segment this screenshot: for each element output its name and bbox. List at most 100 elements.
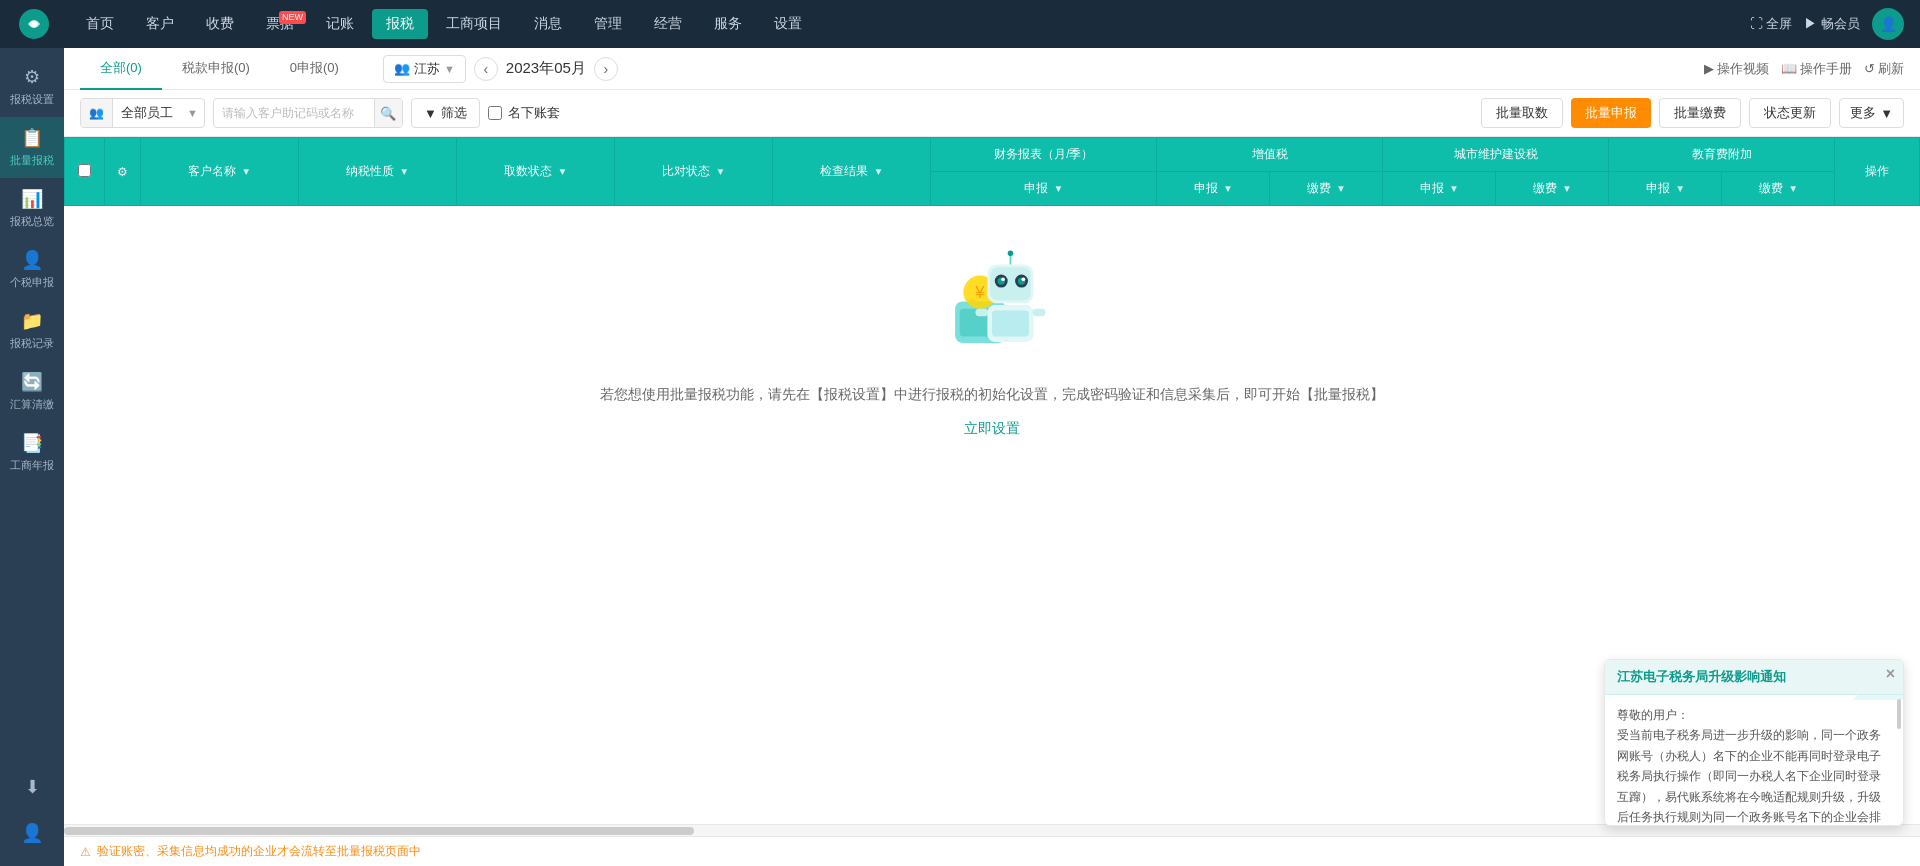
nav-admin[interactable]: 管理 [580, 9, 636, 39]
warning-icon: ⚠ [80, 845, 91, 859]
status-update-btn[interactable]: 状态更新 [1749, 98, 1831, 128]
fullscreen-btn[interactable]: ⛶ 全屏 [1750, 15, 1793, 33]
data-table: ⚙ 客户名称 ▼ 纳税性质 ▼ 取数状态 ▼ [64, 137, 1920, 206]
nav-settings[interactable]: 设置 [760, 9, 816, 39]
nav-home[interactable]: 首页 [72, 9, 128, 39]
batch-tax-icon: 📋 [21, 127, 43, 149]
search-input[interactable] [214, 106, 374, 120]
edu-fee-filter-icon[interactable]: ▼ [1788, 183, 1798, 194]
sidebar-item-label: 个税申报 [10, 275, 54, 290]
sidebar-item-settlement[interactable]: 🔄 汇算清缴 [0, 361, 64, 422]
th-tax-type[interactable]: 纳税性质 ▼ [299, 138, 457, 206]
svg-rect-18 [975, 309, 988, 316]
th-customer-name[interactable]: 客户名称 ▼ [141, 138, 299, 206]
operation-manual-btn[interactable]: 📖 操作手册 [1781, 60, 1852, 78]
nav-accounting[interactable]: 记账 [312, 9, 368, 39]
employee-text: 全部员工 [113, 104, 181, 122]
nav-operation[interactable]: 经营 [640, 9, 696, 39]
nav-business[interactable]: 工商项目 [432, 9, 516, 39]
tax-type-filter-icon[interactable]: ▼ [399, 166, 409, 177]
notification-content: 受当前电子税务局进一步升级的影响，同一个政务网账号（办税人）名下的企业不能再同时… [1617, 725, 1891, 825]
sidebar-item-tax-summary[interactable]: 📊 报税总览 [0, 178, 64, 239]
th-compare-status[interactable]: 比对状态 ▼ [615, 138, 773, 206]
th-education-surcharge: 教育费附加 [1609, 138, 1835, 172]
city-report-filter-icon[interactable]: ▼ [1449, 183, 1459, 194]
nav-messages[interactable]: 消息 [520, 9, 576, 39]
app-logo[interactable] [16, 6, 52, 42]
th-vat-fee[interactable]: 缴费 ▼ [1270, 172, 1383, 206]
tab-all[interactable]: 全部(0) [80, 48, 162, 90]
nav-customer[interactable]: 客户 [132, 9, 188, 39]
svg-point-15 [1008, 251, 1014, 257]
horizontal-scrollbar[interactable] [64, 827, 694, 835]
sidebar-item-personal-tax[interactable]: 👤 个税申报 [0, 239, 64, 300]
th-fetch-status[interactable]: 取数状态 ▼ [457, 138, 615, 206]
employee-icon: 👥 [81, 99, 113, 127]
operation-video-btn[interactable]: ▶ 操作视频 [1704, 60, 1769, 78]
th-city-report[interactable]: 申报 ▼ [1383, 172, 1496, 206]
employee-select[interactable]: 👥 全部员工 ▼ [80, 98, 205, 128]
th-vat: 增值税 [1157, 138, 1383, 172]
vat-fee-filter-icon[interactable]: ▼ [1336, 183, 1346, 194]
tab-zero-filing[interactable]: 0申报(0) [270, 48, 359, 90]
tab-tax-filing[interactable]: 税款申报(0) [162, 48, 270, 90]
th-edu-report[interactable]: 申报 ▼ [1609, 172, 1722, 206]
check-filter-icon[interactable]: ▼ [874, 166, 884, 177]
nav-invoice[interactable]: 票据 NEW [252, 9, 308, 39]
th-settings[interactable]: ⚙ [105, 138, 141, 206]
th-edu-fee[interactable]: 缴费 ▼ [1722, 172, 1835, 206]
profile-btn[interactable]: 👤 [17, 812, 47, 854]
sidebar-item-label: 工商年报 [10, 458, 54, 473]
batch-payment-btn[interactable]: 批量缴费 [1659, 98, 1741, 128]
search-button[interactable]: 🔍 [374, 99, 402, 127]
nav-service[interactable]: 服务 [700, 9, 756, 39]
province-select[interactable]: 👥 江苏 ▼ [383, 55, 466, 83]
select-all-checkbox[interactable] [78, 164, 91, 177]
fetch-filter-icon[interactable]: ▼ [557, 166, 567, 177]
tax-records-icon: 📁 [21, 310, 43, 332]
filter-button[interactable]: ▼ 筛选 [411, 98, 480, 128]
th-vat-report[interactable]: 申报 ▼ [1157, 172, 1270, 206]
sidebar-item-batch-tax[interactable]: 📋 批量报税 [0, 117, 64, 178]
vat-report-filter-icon[interactable]: ▼ [1223, 183, 1233, 194]
date-navigator: ‹ 2023年05月 › [474, 57, 618, 81]
next-month-btn[interactable]: › [594, 57, 618, 81]
tax-settings-icon: ⚙ [24, 66, 40, 88]
compare-filter-icon[interactable]: ▼ [715, 166, 725, 177]
th-report[interactable]: 申报 ▼ [931, 172, 1157, 206]
sidebar-item-label: 报税总览 [10, 214, 54, 229]
nav-billing[interactable]: 收费 [192, 9, 248, 39]
notification-close-btn[interactable]: × [1886, 666, 1895, 682]
th-city-fee[interactable]: 缴费 ▼ [1496, 172, 1609, 206]
edu-report-filter-icon[interactable]: ▼ [1675, 183, 1685, 194]
batch-filing-btn[interactable]: 批量申报 [1571, 98, 1651, 128]
nav-tax[interactable]: 报税 [372, 9, 428, 39]
sidebar-item-tax-settings[interactable]: ⚙ 报税设置 [0, 56, 64, 117]
refresh-btn[interactable]: ↺ 刷新 [1864, 60, 1904, 78]
customer-filter-icon[interactable]: ▼ [241, 166, 251, 177]
sidebar-item-annual-report[interactable]: 📑 工商年报 [0, 422, 64, 483]
sidebar-item-label: 报税设置 [10, 92, 54, 107]
setup-link[interactable]: 立即设置 [964, 420, 1020, 438]
th-check-result[interactable]: 检查结果 ▼ [773, 138, 931, 206]
report-filter-icon[interactable]: ▼ [1054, 183, 1064, 194]
th-financial-report: 财务报表（月/季） [931, 138, 1157, 172]
more-btn[interactable]: 更多 ▼ [1839, 98, 1904, 128]
sidebar-item-label: 汇算清缴 [10, 397, 54, 412]
province-label: 江苏 [414, 60, 440, 78]
notif-scroll-thumb[interactable] [1897, 699, 1901, 729]
city-fee-filter-icon[interactable]: ▼ [1562, 183, 1572, 194]
accounts-checkbox[interactable] [488, 106, 502, 120]
batch-fetch-btn[interactable]: 批量取数 [1481, 98, 1563, 128]
nav-items: 首页 客户 收费 票据 NEW 记账 报税 工商项目 消息 管理 经营 服务 设… [72, 9, 1750, 39]
prev-month-btn[interactable]: ‹ [474, 57, 498, 81]
province-dropdown-icon: ▼ [444, 63, 455, 75]
user-avatar[interactable]: 👤 [1872, 8, 1904, 40]
tab-bar-right: ▶ 操作视频 📖 操作手册 ↺ 刷新 [1704, 60, 1904, 78]
settlement-icon: 🔄 [21, 371, 43, 393]
checkbox-label[interactable]: 名下账套 [488, 104, 560, 122]
download-btn[interactable]: ⬇ [17, 766, 47, 808]
vip-btn[interactable]: ▶ 畅会员 [1804, 15, 1860, 33]
sidebar-item-tax-records[interactable]: 📁 报税记录 [0, 300, 64, 361]
personal-tax-icon: 👤 [21, 249, 43, 271]
